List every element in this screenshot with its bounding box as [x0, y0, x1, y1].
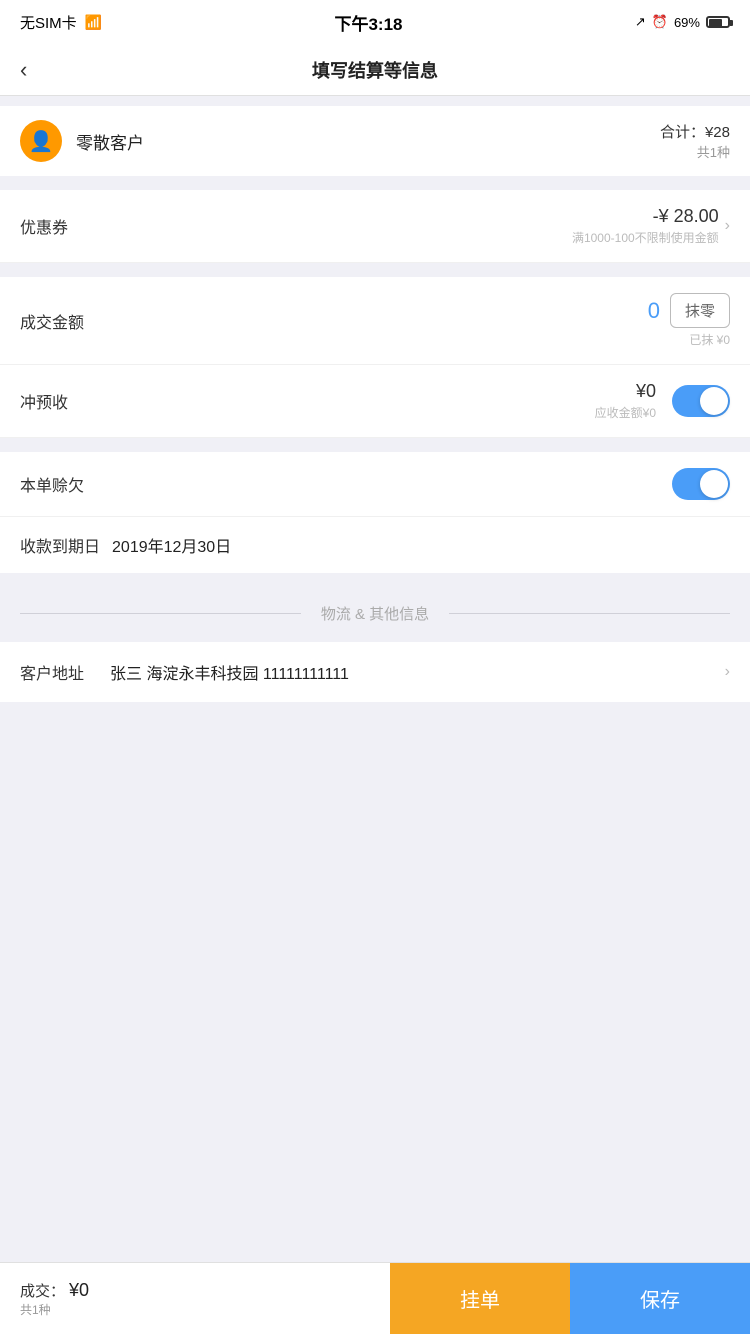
logistics-text: 物流 & 其他信息	[321, 603, 429, 624]
prepay-row: 冲预收 ¥0 应收金额¥0	[0, 365, 750, 438]
battery-percent: 69%	[674, 15, 700, 30]
already-rounded: 已抹 ¥0	[689, 331, 730, 348]
wifi-icon: 📶	[85, 14, 102, 31]
status-time: 下午3:18	[334, 10, 402, 35]
nav-bar: ‹ 填写结算等信息	[0, 44, 750, 96]
status-bar: 无SIM卡 📶 下午3:18 ↗ ⏰ 69%	[0, 0, 750, 44]
bottom-bar: 成交： ¥0 共1种 挂单 保存	[0, 1262, 750, 1334]
due-date-label: 收款到期日	[20, 533, 100, 557]
alarm-icon: ⏰	[652, 14, 668, 30]
avatar: 👤	[20, 120, 62, 162]
debt-toggle-knob	[700, 470, 728, 498]
prepay-amount: ¥0	[595, 381, 656, 402]
page-title: 填写结算等信息	[312, 57, 438, 83]
customer-summary: 合计：¥28 共1种	[660, 121, 730, 161]
coupon-desc: 满1000-100不限制使用金额	[572, 229, 719, 246]
coupon-row[interactable]: 优惠券 -¥ 28.00 满1000-100不限制使用金额 ›	[0, 190, 750, 263]
debt-row: 本单赊欠	[0, 452, 750, 517]
grey-spacer	[0, 702, 750, 1002]
address-value: 张三 海淀永丰科技园 11111111111	[110, 660, 725, 684]
avatar-icon: 👤	[29, 129, 54, 154]
debt-label: 本单赊欠	[20, 472, 100, 496]
coupon-label: 优惠券	[20, 214, 100, 238]
logistics-line-left	[20, 613, 301, 614]
logistics-line-right	[449, 613, 730, 614]
status-right: ↗ ⏰ 69%	[635, 14, 730, 30]
round-zero-button[interactable]: 抹零	[670, 293, 730, 328]
logistics-section: 物流 & 其他信息	[0, 587, 750, 640]
total-amount: 合计：¥28	[660, 121, 730, 142]
customer-row: 👤 零散客户 合计：¥28 共1种	[0, 106, 750, 176]
address-label: 客户地址	[20, 660, 100, 684]
transaction-label: 成交金额	[20, 309, 100, 333]
bottom-deal-label: 成交：	[20, 1280, 65, 1301]
back-button[interactable]: ‹	[20, 57, 27, 83]
prepay-label: 冲预收	[20, 389, 100, 413]
battery-icon	[706, 16, 730, 28]
prepay-toggle[interactable]	[672, 385, 730, 417]
divider-4	[0, 573, 750, 587]
due-date-value: 2019年12月30日	[112, 533, 231, 557]
status-left: 无SIM卡 📶	[20, 12, 102, 33]
due-date-row: 收款到期日 2019年12月30日	[0, 517, 750, 573]
content: 👤 零散客户 合计：¥28 共1种 优惠券 -¥ 28.00 满1000-100…	[0, 106, 750, 1082]
customer-name: 零散客户	[76, 129, 144, 154]
transaction-row: 成交金额 0 抹零 已抹 ¥0	[0, 277, 750, 365]
toggle-knob	[700, 387, 728, 415]
coupon-value: -¥ 28.00 满1000-100不限制使用金额	[572, 206, 719, 246]
chevron-icon: ›	[725, 217, 730, 235]
save-button[interactable]: 保存	[570, 1263, 750, 1334]
location-icon: ↗	[635, 14, 646, 30]
divider-2	[0, 263, 750, 277]
signal-label: 无SIM卡	[20, 12, 77, 33]
total-count: 共1种	[660, 142, 730, 161]
coupon-amount: -¥ 28.00	[653, 206, 719, 227]
prepay-receivable: 应收金额¥0	[595, 404, 656, 421]
address-row[interactable]: 客户地址 张三 海淀永丰科技园 11111111111 ›	[0, 642, 750, 702]
debt-toggle[interactable]	[672, 468, 730, 500]
bottom-count: 共1种	[20, 1301, 370, 1318]
bottom-deal-amount: ¥0	[69, 1280, 89, 1301]
hold-button[interactable]: 挂单	[390, 1263, 570, 1334]
address-chevron-icon: ›	[725, 663, 730, 681]
divider-3	[0, 438, 750, 452]
transaction-value: 0	[648, 298, 660, 324]
bottom-info: 成交： ¥0 共1种	[0, 1263, 390, 1334]
divider-1	[0, 176, 750, 190]
